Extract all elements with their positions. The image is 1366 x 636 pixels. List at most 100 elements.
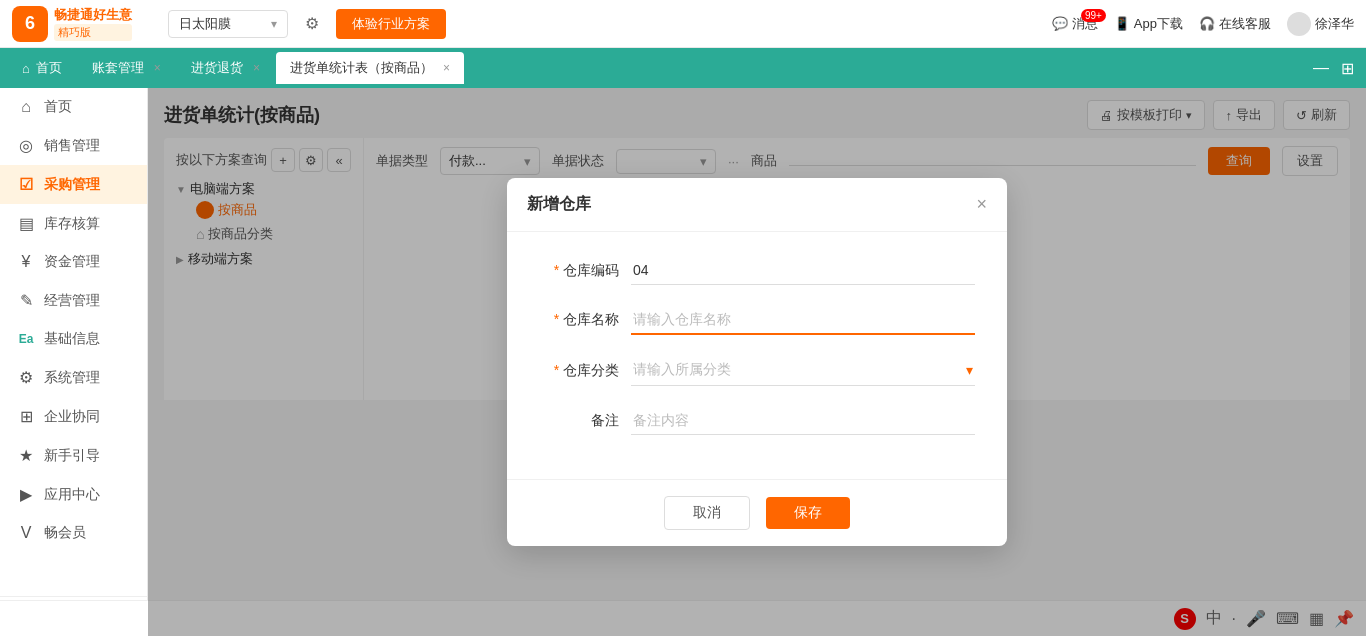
sidebar-item-vip[interactable]: V 畅会员 <box>0 514 147 552</box>
tab-minimize-button[interactable]: — <box>1309 59 1333 78</box>
save-button[interactable]: 保存 <box>766 497 850 529</box>
sidebar-item-basic[interactable]: Ea 基础信息 <box>0 320 147 358</box>
customer-service-item[interactable]: 🎧 在线客服 <box>1199 15 1271 33</box>
sidebar-inventory-label: 库存核算 <box>44 215 100 233</box>
tab-account-close-icon[interactable]: × <box>154 61 161 75</box>
dialog-title: 新增仓库 <box>527 194 591 215</box>
tab-purchase-stats-label: 进货单统计表（按商品） <box>290 59 433 77</box>
sidebar-item-sales[interactable]: ◎ 销售管理 <box>0 126 147 165</box>
content-area: 进货单统计(按商品) 🖨 按模板打印 ▾ ↑ 导出 ↺ 刷新 <box>148 88 1366 636</box>
notification-badge: 99+ <box>1081 9 1106 22</box>
name-input[interactable] <box>631 305 975 335</box>
operation-icon: ✎ <box>16 291 36 310</box>
modal-overlay: 新增仓库 × 仓库编码 仓库名称 仓库分类 <box>148 88 1366 636</box>
sidebar-item-purchase[interactable]: ☑ 采购管理 <box>0 165 147 204</box>
avatar-icon <box>1287 12 1311 36</box>
nav-tabs: ⌂ 首页 账套管理 × 进货退货 × 进货单统计表（按商品） × — ⊞ <box>0 48 1366 88</box>
category-label: 仓库分类 <box>539 362 619 380</box>
username-label: 徐泽华 <box>1315 15 1354 33</box>
sidebar-system-label: 系统管理 <box>44 369 100 387</box>
sidebar-item-operation[interactable]: ✎ 经营管理 <box>0 281 147 320</box>
code-input[interactable] <box>631 256 975 285</box>
note-input[interactable] <box>631 406 975 435</box>
store-name: 日太阳膜 <box>179 15 231 33</box>
category-placeholder: 请输入所属分类 <box>633 361 966 379</box>
store-selector[interactable]: 日太阳膜 ▾ <box>168 10 288 38</box>
logo-icon: 6 <box>12 6 48 42</box>
sidebar-item-system[interactable]: ⚙ 系统管理 <box>0 358 147 397</box>
main-layout: ⌂ 首页 ◎ 销售管理 ☑ 采购管理 ▤ 库存核算 ¥ 资金管理 ✎ 经营管理 … <box>0 88 1366 636</box>
guide-icon: ★ <box>16 446 36 465</box>
notification-item[interactable]: 💬 消息 99+ <box>1052 15 1098 33</box>
dialog-add-warehouse: 新增仓库 × 仓库编码 仓库名称 仓库分类 <box>507 178 1007 546</box>
tab-purchase-stats[interactable]: 进货单统计表（按商品） × <box>276 52 464 84</box>
sidebar-finance-label: 资金管理 <box>44 253 100 271</box>
logo-area: 6 畅捷通好生意 精巧版 <box>12 6 160 42</box>
dialog-body: 仓库编码 仓库名称 仓库分类 请输入所属分类 ▾ <box>507 232 1007 479</box>
sidebar-item-home[interactable]: ⌂ 首页 <box>0 88 147 126</box>
sidebar-purchase-label: 采购管理 <box>44 176 100 194</box>
headphone-icon: 🎧 <box>1199 16 1215 31</box>
settings-button[interactable]: ⚙ <box>296 8 328 40</box>
dialog-close-button[interactable]: × <box>976 194 987 215</box>
tab-home-label: 首页 <box>36 59 62 77</box>
sidebar-vip-label: 畅会员 <box>44 524 86 542</box>
inventory-icon: ▤ <box>16 214 36 233</box>
dialog-header: 新增仓库 × <box>507 178 1007 232</box>
form-row-code: 仓库编码 <box>539 256 975 285</box>
sidebar-item-apps[interactable]: ▶ 应用中心 <box>0 475 147 514</box>
sidebar-apps-label: 应用中心 <box>44 486 100 504</box>
tab-returns-close-icon[interactable]: × <box>253 61 260 75</box>
enterprise-icon: ⊞ <box>16 407 36 426</box>
sidebar-item-guide[interactable]: ★ 新手引导 <box>0 436 147 475</box>
trial-button[interactable]: 体验行业方案 <box>336 9 446 39</box>
header-right: 💬 消息 99+ 📱 App下载 🎧 在线客服 徐泽华 <box>1052 12 1354 36</box>
category-select[interactable]: 请输入所属分类 ▾ <box>631 355 975 386</box>
message-icon: 💬 <box>1052 16 1068 31</box>
sidebar-enterprise-label: 企业协同 <box>44 408 100 426</box>
apps-icon: ▶ <box>16 485 36 504</box>
app-download-label: App下载 <box>1134 15 1183 33</box>
note-label: 备注 <box>539 412 619 430</box>
sidebar-guide-label: 新手引导 <box>44 447 100 465</box>
category-arrow-icon: ▾ <box>966 362 973 378</box>
sidebar-sales-label: 销售管理 <box>44 137 100 155</box>
tab-account[interactable]: 账套管理 × <box>78 52 175 84</box>
store-chevron-icon: ▾ <box>271 17 277 31</box>
logo-tag: 精巧版 <box>54 24 132 41</box>
form-row-name: 仓库名称 <box>539 305 975 335</box>
home-icon: ⌂ <box>22 61 30 76</box>
code-label: 仓库编码 <box>539 262 619 280</box>
system-icon: ⚙ <box>16 368 36 387</box>
tab-home[interactable]: ⌂ 首页 <box>8 52 76 84</box>
home-sidebar-icon: ⌂ <box>16 98 36 116</box>
tab-expand-button[interactable]: ⊞ <box>1337 59 1358 78</box>
cancel-button[interactable]: 取消 <box>664 496 750 530</box>
sidebar-home-label: 首页 <box>44 98 72 116</box>
app-icon: 📱 <box>1114 16 1130 31</box>
app-download-item[interactable]: 📱 App下载 <box>1114 15 1183 33</box>
tab-purchase-stats-close-icon[interactable]: × <box>443 61 450 75</box>
basic-icon: Ea <box>16 332 36 346</box>
dialog-footer: 取消 保存 <box>507 479 1007 546</box>
logo-text: 畅捷通好生意 <box>54 6 132 24</box>
user-avatar[interactable]: 徐泽华 <box>1287 12 1354 36</box>
purchase-icon: ☑ <box>16 175 36 194</box>
sidebar-operation-label: 经营管理 <box>44 292 100 310</box>
form-row-note: 备注 <box>539 406 975 435</box>
tab-account-label: 账套管理 <box>92 59 144 77</box>
sidebar-item-inventory[interactable]: ▤ 库存核算 <box>0 204 147 243</box>
customer-service-label: 在线客服 <box>1219 15 1271 33</box>
sales-icon: ◎ <box>16 136 36 155</box>
top-header: 6 畅捷通好生意 精巧版 日太阳膜 ▾ ⚙ 体验行业方案 💬 消息 99+ 📱 … <box>0 0 1366 48</box>
vip-icon: V <box>16 524 36 542</box>
sidebar-basic-label: 基础信息 <box>44 330 100 348</box>
sidebar-item-enterprise[interactable]: ⊞ 企业协同 <box>0 397 147 436</box>
form-row-category: 仓库分类 请输入所属分类 ▾ <box>539 355 975 386</box>
tab-returns-label: 进货退货 <box>191 59 243 77</box>
name-label: 仓库名称 <box>539 311 619 329</box>
tab-returns[interactable]: 进货退货 × <box>177 52 274 84</box>
sidebar-item-finance[interactable]: ¥ 资金管理 <box>0 243 147 281</box>
sidebar: ⌂ 首页 ◎ 销售管理 ☑ 采购管理 ▤ 库存核算 ¥ 资金管理 ✎ 经营管理 … <box>0 88 148 636</box>
finance-icon: ¥ <box>16 253 36 271</box>
